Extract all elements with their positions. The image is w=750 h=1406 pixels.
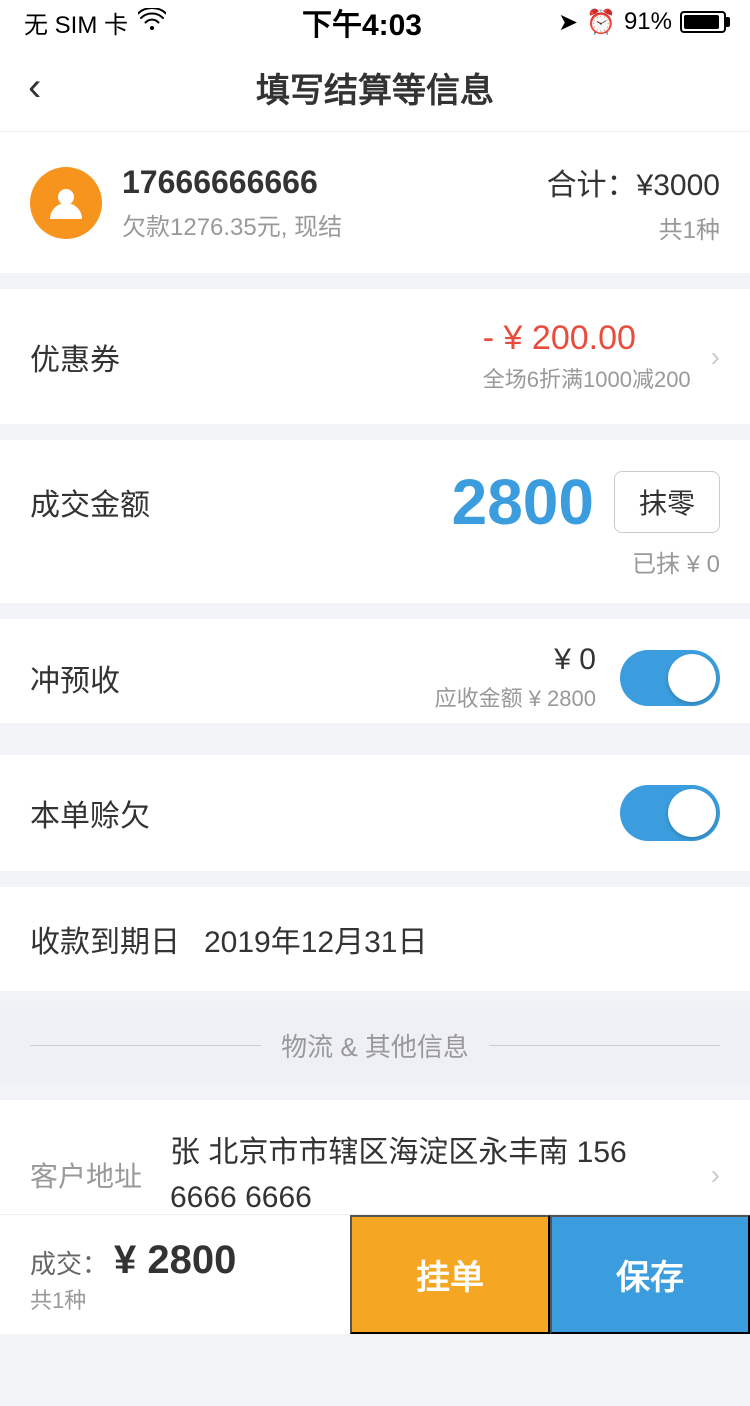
coupon-label: 优惠券 (30, 335, 120, 379)
due-date-value: 2019年12月31日 (204, 917, 427, 961)
address-label: 客户地址 (30, 1155, 150, 1195)
back-button[interactable]: ‹ (28, 65, 41, 110)
prepay-toggle-knob (668, 654, 716, 702)
prepay-label: 冲预收 (30, 656, 120, 700)
customer-left: 17666666666 欠款1276.35元, 现结 (30, 164, 342, 242)
amount-section: 成交金额 2800 抹零 已抹 ¥ 0 (0, 440, 750, 603)
customer-phone: 17666666666 (122, 164, 342, 201)
prepay-main-amount: ¥ 0 (435, 643, 596, 677)
wifi-icon (138, 8, 166, 37)
coupon-chevron-icon: › (711, 341, 720, 373)
due-date-label: 收款到期日 (30, 917, 180, 961)
hold-button[interactable]: 挂单 (350, 1215, 550, 1334)
debt-toggle[interactable] (620, 785, 720, 841)
coupon-desc: 全场6折满1000减200 (483, 362, 691, 394)
amount-row: 成交金额 2800 抹零 (0, 440, 750, 544)
prepay-row: 冲预收 ¥ 0 应收金额 ¥ 2800 (30, 619, 720, 723)
prepay-sub-amount: 应收金额 ¥ 2800 (435, 681, 596, 713)
address-chevron-icon: › (711, 1159, 720, 1191)
page-title: 填写结算等信息 (256, 63, 494, 112)
location-icon: ➤ (558, 8, 578, 37)
avatar (30, 167, 102, 239)
save-button[interactable]: 保存 (550, 1215, 750, 1334)
transaction-amount: 2800 (452, 470, 594, 534)
address-value: 张 北京市市辖区海淀区永丰南 156 6666 6666 (150, 1130, 711, 1220)
status-left: 无 SIM 卡 (24, 5, 166, 40)
coupon-section[interactable]: 优惠券 - ¥ 200.00 全场6折满1000减200 › (0, 289, 750, 424)
amount-value-group: 2800 抹零 (452, 470, 720, 534)
divider-line-right (489, 1045, 720, 1046)
customer-right: 合计：¥3000 共1种 (547, 160, 720, 245)
bottom-trans-label: 成交： (30, 1244, 108, 1281)
customer-info: 17666666666 欠款1276.35元, 现结 (122, 164, 342, 242)
page-header: ‹ 填写结算等信息 (0, 44, 750, 132)
prepay-section: 冲预收 ¥ 0 应收金额 ¥ 2800 (0, 619, 750, 723)
carrier-text: 无 SIM 卡 (24, 5, 128, 40)
customer-section: 17666666666 欠款1276.35元, 现结 合计：¥3000 共1种 (0, 132, 750, 273)
due-date-section: 收款到期日 2019年12月31日 (0, 887, 750, 991)
alarm-icon: ⏰ (586, 8, 616, 37)
coupon-amount: - ¥ 200.00 (483, 319, 691, 358)
prepay-right: ¥ 0 应收金额 ¥ 2800 (435, 643, 720, 713)
bottom-amount: ¥ 2800 (114, 1238, 236, 1283)
battery-percent: 91% (624, 8, 672, 36)
prepay-amount: ¥ 0 应收金额 ¥ 2800 (435, 643, 596, 713)
logistics-label: 物流 & 其他信息 (281, 1027, 469, 1064)
bottom-count: 共1种 (30, 1283, 320, 1315)
bottom-info: 成交： ¥ 2800 共1种 (0, 1234, 350, 1315)
debt-label: 本单赊欠 (30, 791, 150, 835)
separator-1 (0, 739, 750, 755)
coupon-row[interactable]: 优惠券 - ¥ 200.00 全场6折满1000减200 › (0, 289, 750, 424)
time-display: 下午4:03 (302, 0, 422, 44)
status-bar: 无 SIM 卡 下午4:03 ➤ ⏰ 91% (0, 0, 750, 44)
divider-line-left (30, 1045, 261, 1046)
round-button[interactable]: 抹零 (614, 471, 720, 533)
debt-section: 本单赊欠 (0, 755, 750, 871)
debt-toggle-knob (668, 789, 716, 837)
amount-sub: 已抹 ¥ 0 (0, 544, 750, 603)
coupon-right: - ¥ 200.00 全场6折满1000减200 › (483, 319, 720, 394)
prepay-toggle[interactable] (620, 650, 720, 706)
customer-debt: 欠款1276.35元, 现结 (122, 207, 342, 242)
battery-icon (680, 11, 726, 33)
status-right: ➤ ⏰ 91% (558, 8, 726, 37)
logistics-divider: 物流 & 其他信息 (0, 1007, 750, 1084)
order-count: 共1种 (547, 210, 720, 245)
order-total: 合计：¥3000 (547, 160, 720, 204)
amount-label: 成交金额 (30, 480, 150, 524)
bottom-bar: 成交： ¥ 2800 共1种 挂单 保存 (0, 1214, 750, 1334)
